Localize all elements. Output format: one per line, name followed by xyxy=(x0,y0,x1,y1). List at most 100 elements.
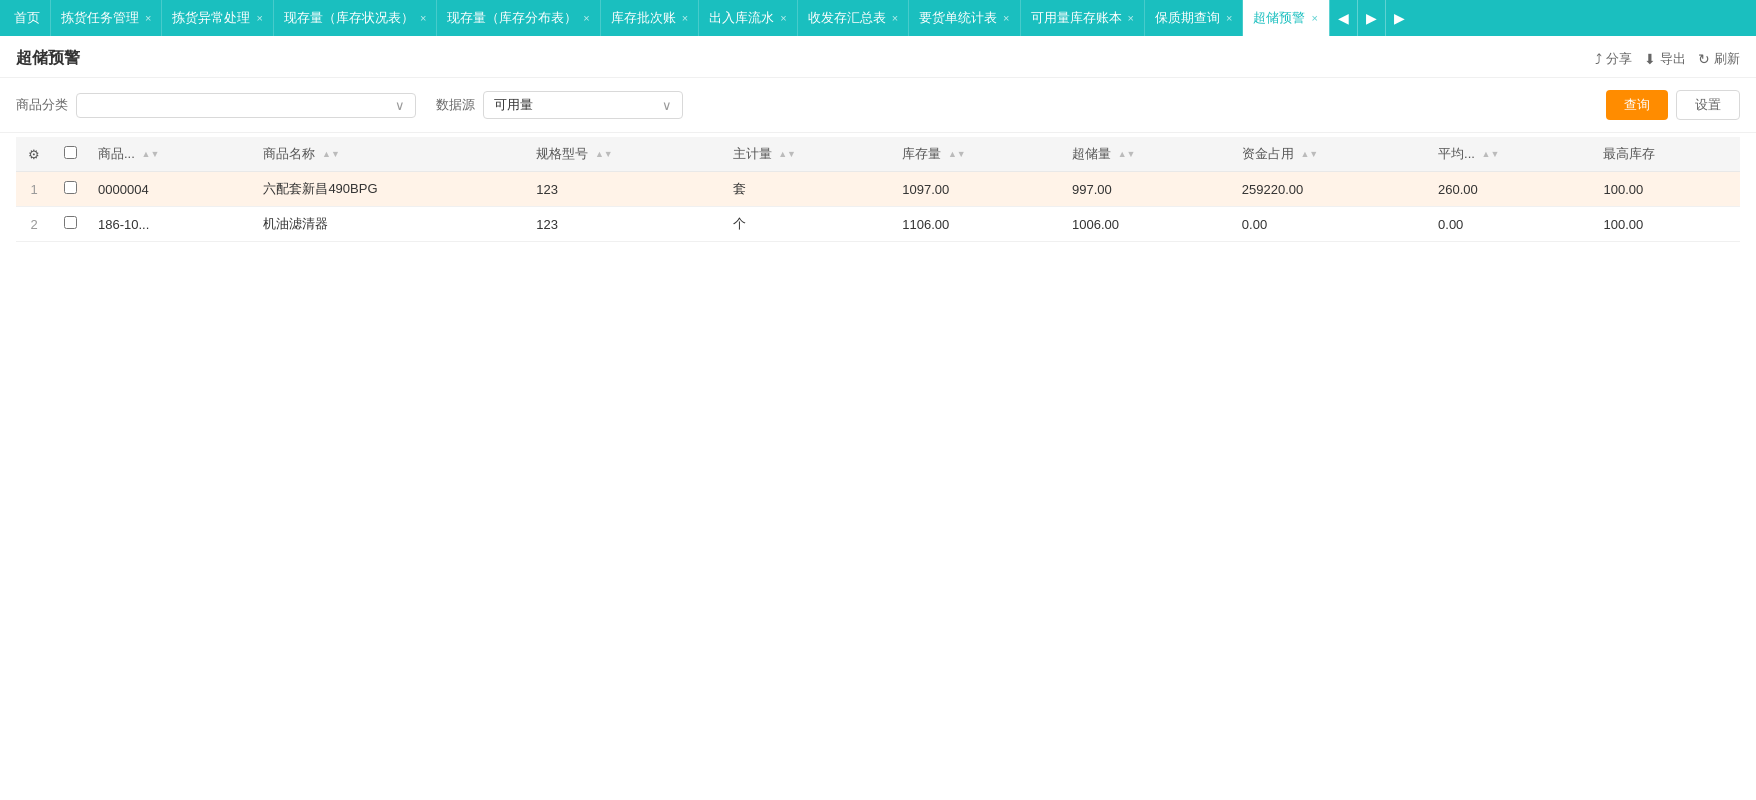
th-stock[interactable]: 库存量 ▲▼ xyxy=(892,137,1062,172)
sort-icon-unit[interactable]: ▲▼ xyxy=(778,150,796,159)
th-stock-label: 库存量 xyxy=(902,146,941,161)
nav-abnormal-close[interactable]: × xyxy=(256,12,262,24)
page-content: 超储预警 ⤴ 分享 ⬇ 导出 ↻ 刷新 商品分类 ∨ 数据源 xyxy=(0,36,1756,800)
nav-inventory-dist[interactable]: 现存量（库存分布表） × xyxy=(437,0,600,36)
cell-max-stock-1: 100.00 xyxy=(1593,172,1740,207)
nav-prev-arrow[interactable]: ◀ xyxy=(1329,0,1357,36)
category-label: 商品分类 xyxy=(16,96,68,114)
cell-product-name-2: 机油滤清器 xyxy=(253,207,526,242)
header-actions: ⤴ 分享 ⬇ 导出 ↻ 刷新 xyxy=(1595,50,1740,68)
datasource-label: 数据源 xyxy=(436,96,475,114)
nav-inout-flow-close[interactable]: × xyxy=(780,12,786,24)
share-icon: ⤴ xyxy=(1595,51,1602,67)
data-table: ⚙ 商品... ▲▼ 商品名称 ▲▼ 规格型号 ▲▼ xyxy=(16,137,1740,242)
nav-inout-flow[interactable]: 出入库流水 × xyxy=(699,0,797,36)
th-product-code[interactable]: 商品... ▲▼ xyxy=(88,137,253,172)
nav-home-label: 首页 xyxy=(14,9,40,27)
cell-unit-2: 个 xyxy=(723,207,893,242)
cell-capital-2: 0.00 xyxy=(1232,207,1428,242)
export-button[interactable]: ⬇ 导出 xyxy=(1644,50,1686,68)
th-gear[interactable]: ⚙ xyxy=(16,137,52,172)
nav-inventory-dist-label: 现存量（库存分布表） xyxy=(447,9,577,27)
nav-inventory-status-close[interactable]: × xyxy=(420,12,426,24)
nav-batch-account[interactable]: 库存批次账 × xyxy=(601,0,699,36)
filter-buttons: 查询 设置 xyxy=(1606,90,1740,120)
gear-icon[interactable]: ⚙ xyxy=(28,147,40,162)
row-select-2[interactable] xyxy=(64,216,77,229)
th-spec[interactable]: 规格型号 ▲▼ xyxy=(526,137,722,172)
datasource-select[interactable]: 可用量 ∨ xyxy=(483,91,683,119)
category-select[interactable]: ∨ xyxy=(76,93,416,118)
cell-max-stock-2: 100.00 xyxy=(1593,207,1740,242)
nav-abnormal[interactable]: 拣货异常处理 × xyxy=(162,0,273,36)
nav-next-arrow[interactable]: ▶ xyxy=(1357,0,1385,36)
nav-overstock-warning-close[interactable]: × xyxy=(1311,12,1317,24)
cell-product-name-1: 六配套新昌490BPG xyxy=(253,172,526,207)
th-checkbox xyxy=(52,137,88,172)
cell-stock-2: 1106.00 xyxy=(892,207,1062,242)
row-checkbox-1 xyxy=(52,172,88,207)
sort-icon-product-name[interactable]: ▲▼ xyxy=(322,150,340,159)
th-avg[interactable]: 平均... ▲▼ xyxy=(1428,137,1593,172)
table-row: 1 0000004 六配套新昌490BPG 123 套 1097.00 997.… xyxy=(16,172,1740,207)
sort-icon-stock[interactable]: ▲▼ xyxy=(948,150,966,159)
th-max-stock[interactable]: 最高库存 xyxy=(1593,137,1740,172)
nav-order-stats-close[interactable]: × xyxy=(1003,12,1009,24)
nav-inventory-status[interactable]: 现存量（库存状况表） × xyxy=(274,0,437,36)
cell-avg-2: 0.00 xyxy=(1428,207,1593,242)
nav-overstock-warning[interactable]: 超储预警 × xyxy=(1243,0,1328,36)
category-filter: 商品分类 ∨ xyxy=(16,93,416,118)
sort-icon-spec[interactable]: ▲▼ xyxy=(595,150,613,159)
filter-bar: 商品分类 ∨ 数据源 可用量 ∨ 查询 设置 xyxy=(0,78,1756,133)
th-overstock[interactable]: 超储量 ▲▼ xyxy=(1062,137,1232,172)
export-icon: ⬇ xyxy=(1644,51,1656,67)
sort-icon-product-code[interactable]: ▲▼ xyxy=(141,150,159,159)
nav-inventory-dist-close[interactable]: × xyxy=(583,12,589,24)
datasource-value: 可用量 xyxy=(494,96,533,114)
row-checkbox-2 xyxy=(52,207,88,242)
nav-receive-summary-close[interactable]: × xyxy=(892,12,898,24)
nav-inventory-status-label: 现存量（库存状况表） xyxy=(284,9,414,27)
refresh-button[interactable]: ↻ 刷新 xyxy=(1698,50,1740,68)
nav-available-account[interactable]: 可用量库存账本 × xyxy=(1021,0,1145,36)
nav-order-stats[interactable]: 要货单统计表 × xyxy=(909,0,1020,36)
share-button[interactable]: ⤴ 分享 xyxy=(1595,50,1632,68)
nav-batch-account-close[interactable]: × xyxy=(682,12,688,24)
sort-icon-overstock[interactable]: ▲▼ xyxy=(1118,150,1136,159)
row-select-1[interactable] xyxy=(64,181,77,194)
th-spec-label: 规格型号 xyxy=(536,146,588,161)
nav-quality-check[interactable]: 保质期查询 × xyxy=(1145,0,1243,36)
sort-icon-capital[interactable]: ▲▼ xyxy=(1300,150,1318,159)
nav-order-stats-label: 要货单统计表 xyxy=(919,9,997,27)
datasource-filter: 数据源 可用量 ∨ xyxy=(436,91,683,119)
nav-task-mgmt[interactable]: 拣货任务管理 × xyxy=(51,0,162,36)
table-header-row: ⚙ 商品... ▲▼ 商品名称 ▲▼ 规格型号 ▲▼ xyxy=(16,137,1740,172)
nav-task-mgmt-close[interactable]: × xyxy=(145,12,151,24)
th-product-name[interactable]: 商品名称 ▲▼ xyxy=(253,137,526,172)
cell-spec-1: 123 xyxy=(526,172,722,207)
settings-button[interactable]: 设置 xyxy=(1676,90,1740,120)
nav-expand-arrow[interactable]: ▶ xyxy=(1385,0,1413,36)
cell-capital-1: 259220.00 xyxy=(1232,172,1428,207)
th-capital[interactable]: 资金占用 ▲▼ xyxy=(1232,137,1428,172)
nav-home[interactable]: 首页 xyxy=(4,0,51,36)
table-row: 2 186-10... 机油滤清器 123 个 1106.00 1006.00 … xyxy=(16,207,1740,242)
cell-overstock-2: 1006.00 xyxy=(1062,207,1232,242)
select-all-checkbox[interactable] xyxy=(64,146,77,159)
cell-product-code-1: 0000004 xyxy=(88,172,253,207)
nav-abnormal-label: 拣货异常处理 xyxy=(172,9,250,27)
sort-icon-avg[interactable]: ▲▼ xyxy=(1482,150,1500,159)
cell-stock-1: 1097.00 xyxy=(892,172,1062,207)
th-unit[interactable]: 主计量 ▲▼ xyxy=(723,137,893,172)
share-label: 分享 xyxy=(1606,50,1632,68)
th-unit-label: 主计量 xyxy=(733,146,772,161)
table-wrapper: ⚙ 商品... ▲▼ 商品名称 ▲▼ 规格型号 ▲▼ xyxy=(0,137,1756,242)
nav-available-account-label: 可用量库存账本 xyxy=(1031,9,1122,27)
nav-quality-check-close[interactable]: × xyxy=(1226,12,1232,24)
nav-inout-flow-label: 出入库流水 xyxy=(709,9,774,27)
refresh-icon: ↻ xyxy=(1698,51,1710,67)
th-max-stock-label: 最高库存 xyxy=(1603,146,1655,161)
nav-available-account-close[interactable]: × xyxy=(1128,12,1134,24)
query-button[interactable]: 查询 xyxy=(1606,90,1668,120)
nav-receive-summary[interactable]: 收发存汇总表 × xyxy=(798,0,909,36)
